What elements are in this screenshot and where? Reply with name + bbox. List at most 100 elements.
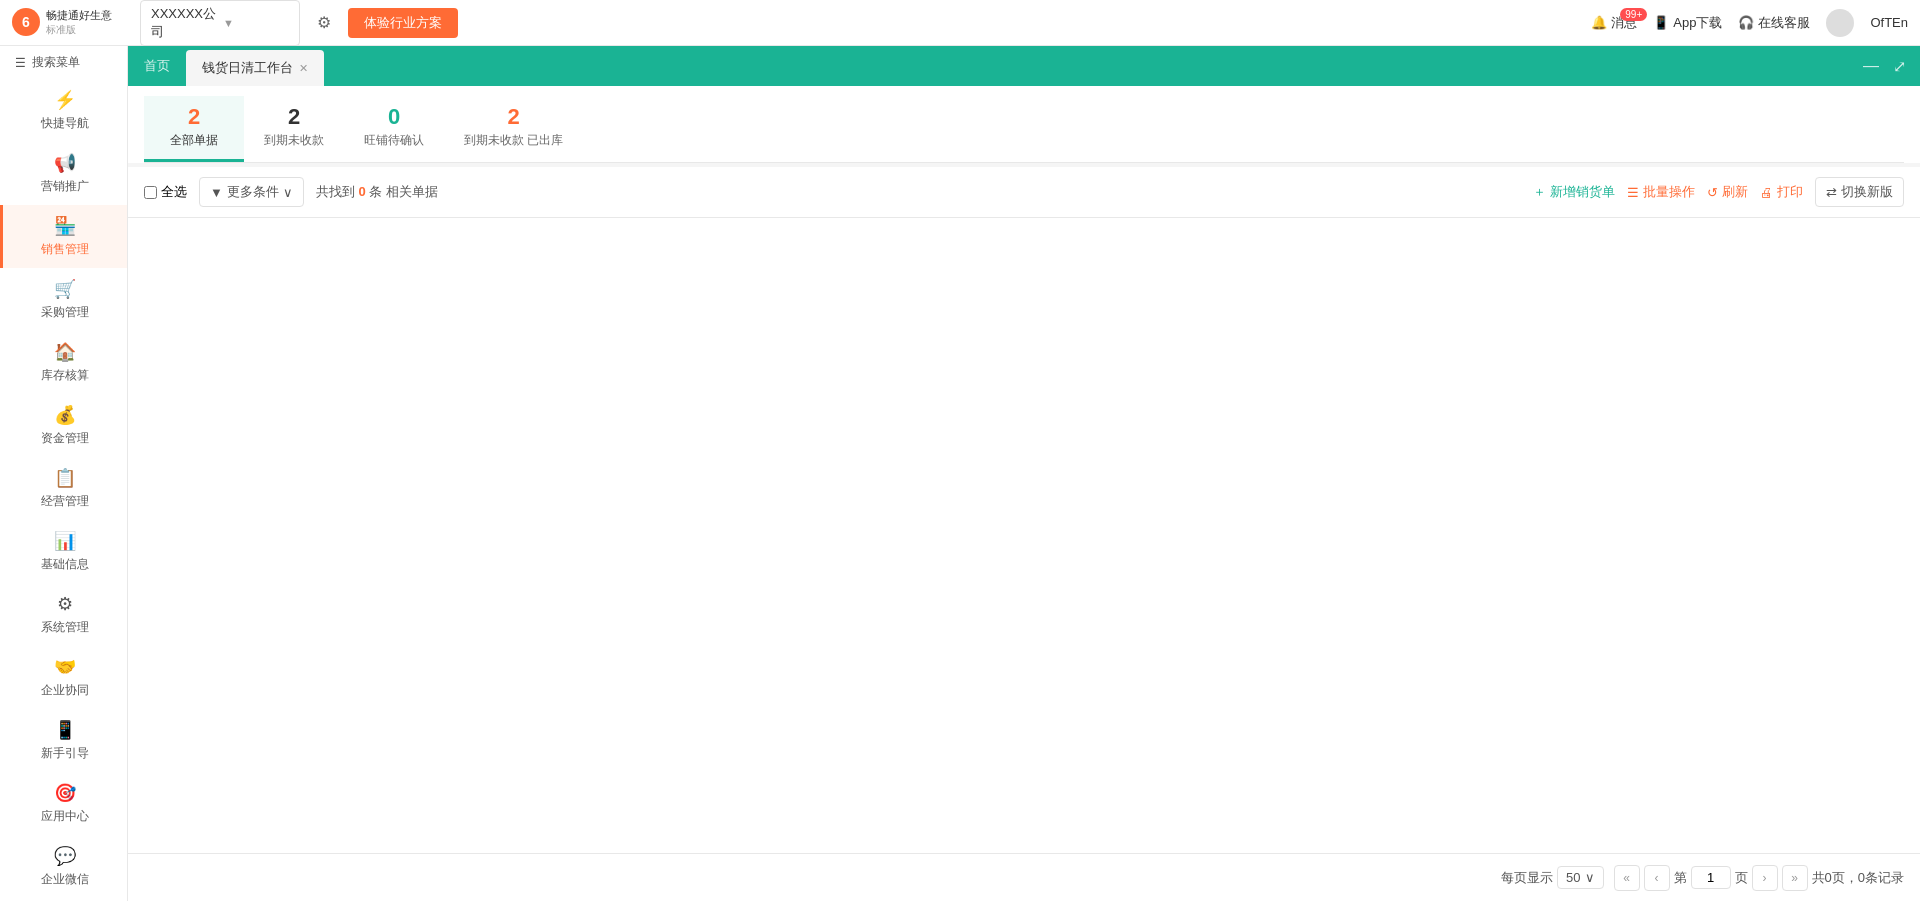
sidebar-system-label: 系统管理 <box>41 619 89 636</box>
sidebar-item-wechat[interactable]: 💬 企业微信 <box>0 835 127 898</box>
sidebar-item-basic-info[interactable]: 📊 基础信息 <box>0 520 127 583</box>
next-page-icon: › <box>1763 871 1767 885</box>
print-label: 打印 <box>1777 183 1803 201</box>
experience-btn[interactable]: 体验行业方案 <box>348 8 458 38</box>
app-logo: 6 <box>12 8 40 36</box>
stat-tab-overdue[interactable]: 2 到期未收款 <box>244 96 344 162</box>
stat-all-num: 2 <box>188 104 200 130</box>
chevron-down-icon: ▼ <box>223 17 289 29</box>
stat-shipped-label: 到期未收款 已出库 <box>464 132 563 149</box>
per-page-select-box[interactable]: 50 ∨ <box>1557 866 1603 889</box>
stat-tab-wangpu[interactable]: 0 旺铺待确认 <box>344 96 444 162</box>
page-suffix: 页 <box>1735 869 1748 887</box>
filter-button[interactable]: ▼ 更多条件 ∨ <box>199 177 304 207</box>
stat-tab-shipped[interactable]: 2 到期未收款 已出库 <box>444 96 583 162</box>
app-center-icon: 🎯 <box>54 782 76 804</box>
tab-close-icon[interactable]: ✕ <box>299 62 308 75</box>
tab-home[interactable]: 首页 <box>128 46 186 86</box>
tab-daily-work[interactable]: 钱货日清工作台 ✕ <box>186 50 324 86</box>
settings-icon[interactable]: ⚙ <box>308 7 340 39</box>
stat-overdue-num: 2 <box>288 104 300 130</box>
messages-badge: 99+ <box>1620 8 1647 21</box>
sidebar-item-search[interactable]: ☰ 搜索菜单 <box>0 46 127 79</box>
sidebar-item-inventory[interactable]: 🏠 库存核算 <box>0 331 127 394</box>
app-download-item[interactable]: 📱 App下载 <box>1653 14 1722 32</box>
tab-minimize-icon[interactable]: — <box>1859 55 1883 77</box>
first-page-button[interactable]: « <box>1614 865 1640 891</box>
sidebar-item-system[interactable]: ⚙ 系统管理 <box>0 583 127 646</box>
batch-operations-button[interactable]: ☰ 批量操作 <box>1627 183 1695 201</box>
sidebar-item-guide[interactable]: 📱 新手引导 <box>0 709 127 772</box>
first-page-icon: « <box>1623 871 1630 885</box>
empty-content-area <box>128 218 1920 853</box>
sidebar-wechat-label: 企业微信 <box>41 871 89 888</box>
refresh-icon: ↺ <box>1707 185 1718 200</box>
tab-expand-icon[interactable]: ⤢ <box>1889 55 1910 78</box>
online-service-item[interactable]: 🎧 在线客服 <box>1738 14 1810 32</box>
sidebar-item-finance[interactable]: 💰 资金管理 <box>0 394 127 457</box>
stats-tabs: 2 全部单据 2 到期未收款 0 旺铺待确认 2 到期未收款 已出库 <box>144 96 1904 163</box>
messages-item[interactable]: 🔔 消息 99+ <box>1591 14 1637 32</box>
gear-icon: ⚙ <box>57 593 73 615</box>
report-icon: 📋 <box>54 467 76 489</box>
toolbar: 全选 ▼ 更多条件 ∨ 共找到 0 条 相关单据 ＋ 新增销货单 <box>128 167 1920 218</box>
sidebar-purchase-label: 采购管理 <box>41 304 89 321</box>
print-icon: 🖨 <box>1760 185 1773 200</box>
guide-icon: 📱 <box>54 719 76 741</box>
per-page-chevron-icon: ∨ <box>1585 870 1595 885</box>
add-btn-label: 新增销货单 <box>1550 183 1615 201</box>
sidebar-operations-label: 经营管理 <box>41 493 89 510</box>
per-page-selector: 每页显示 50 ∨ <box>1501 866 1603 889</box>
filter-icon: ▼ <box>210 185 223 200</box>
total-records: 共0页，0条记录 <box>1812 869 1904 887</box>
user-name: OfTEn <box>1870 15 1908 30</box>
sidebar-item-sales[interactable]: 🏪 销售管理 <box>0 205 127 268</box>
print-button[interactable]: 🖨 打印 <box>1760 183 1803 201</box>
app-name: 畅捷通好生意 <box>46 8 112 22</box>
tab-daily-work-label: 钱货日清工作台 <box>202 59 293 77</box>
select-all-checkbox[interactable]: 全选 <box>144 183 187 201</box>
sidebar-item-operations[interactable]: 📋 经营管理 <box>0 457 127 520</box>
per-page-label: 每页显示 <box>1501 869 1553 887</box>
top-right-area: 🔔 消息 99+ 📱 App下载 🎧 在线客服 OfTEn <box>1591 9 1908 37</box>
avatar[interactable] <box>1826 9 1854 37</box>
sidebar-item-marketing[interactable]: 📢 营销推广 <box>0 142 127 205</box>
bell-icon: 🔔 <box>1591 15 1607 30</box>
plus-icon: ＋ <box>1533 183 1546 201</box>
sidebar-item-app-center[interactable]: 🎯 应用中心 <box>0 772 127 835</box>
page-input[interactable] <box>1691 866 1731 889</box>
top-bar: 6 畅捷通好生意 标准版 XXXXXX公司 ▼ ⚙ 体验行业方案 🔔 消息 99… <box>0 0 1920 46</box>
sidebar-item-enterprise[interactable]: 🤝 企业协同 <box>0 646 127 709</box>
stat-tab-all[interactable]: 2 全部单据 <box>144 96 244 162</box>
switch-version-button[interactable]: ⇄ 切换新版 <box>1815 177 1904 207</box>
refresh-button[interactable]: ↺ 刷新 <box>1707 183 1748 201</box>
online-service-label: 在线客服 <box>1758 14 1810 32</box>
company-name: XXXXXX公司 <box>151 5 217 41</box>
money-icon: 💰 <box>54 404 76 426</box>
page-navigation: « ‹ 第 页 › » 共0页，0条记录 <box>1614 865 1904 891</box>
filter-label: 更多条件 <box>227 183 279 201</box>
page-label: 第 <box>1674 869 1687 887</box>
search-icon: ☰ <box>15 56 26 70</box>
wechat-icon: 💬 <box>54 845 76 867</box>
company-selector[interactable]: XXXXXX公司 ▼ <box>140 0 300 46</box>
add-sales-order-button[interactable]: ＋ 新增销货单 <box>1533 183 1615 201</box>
last-page-button[interactable]: » <box>1782 865 1808 891</box>
switch-label: 切换新版 <box>1841 183 1893 201</box>
refresh-label: 刷新 <box>1722 183 1748 201</box>
stat-shipped-num: 2 <box>508 104 520 130</box>
tab-bar-right: — ⤢ <box>1859 46 1920 86</box>
tab-bar: 首页 钱货日清工作台 ✕ — ⤢ <box>128 46 1920 86</box>
select-all-input[interactable] <box>144 186 157 199</box>
stat-all-label: 全部单据 <box>170 132 218 149</box>
stats-bar: 2 全部单据 2 到期未收款 0 旺铺待确认 2 到期未收款 已出库 <box>128 86 1920 163</box>
tab-home-label: 首页 <box>144 57 170 75</box>
content-area: 首页 钱货日清工作台 ✕ — ⤢ 2 全部单据 <box>128 46 1920 901</box>
lightning-icon: ⚡ <box>54 89 76 111</box>
next-page-button[interactable]: › <box>1752 865 1778 891</box>
sidebar-item-purchase[interactable]: 🛒 采购管理 <box>0 268 127 331</box>
sidebar-basic-info-label: 基础信息 <box>41 556 89 573</box>
pagination-bar: 每页显示 50 ∨ « ‹ 第 页 <box>128 853 1920 901</box>
sidebar-item-quick-nav[interactable]: ⚡ 快捷导航 <box>0 79 127 142</box>
prev-page-button[interactable]: ‹ <box>1644 865 1670 891</box>
